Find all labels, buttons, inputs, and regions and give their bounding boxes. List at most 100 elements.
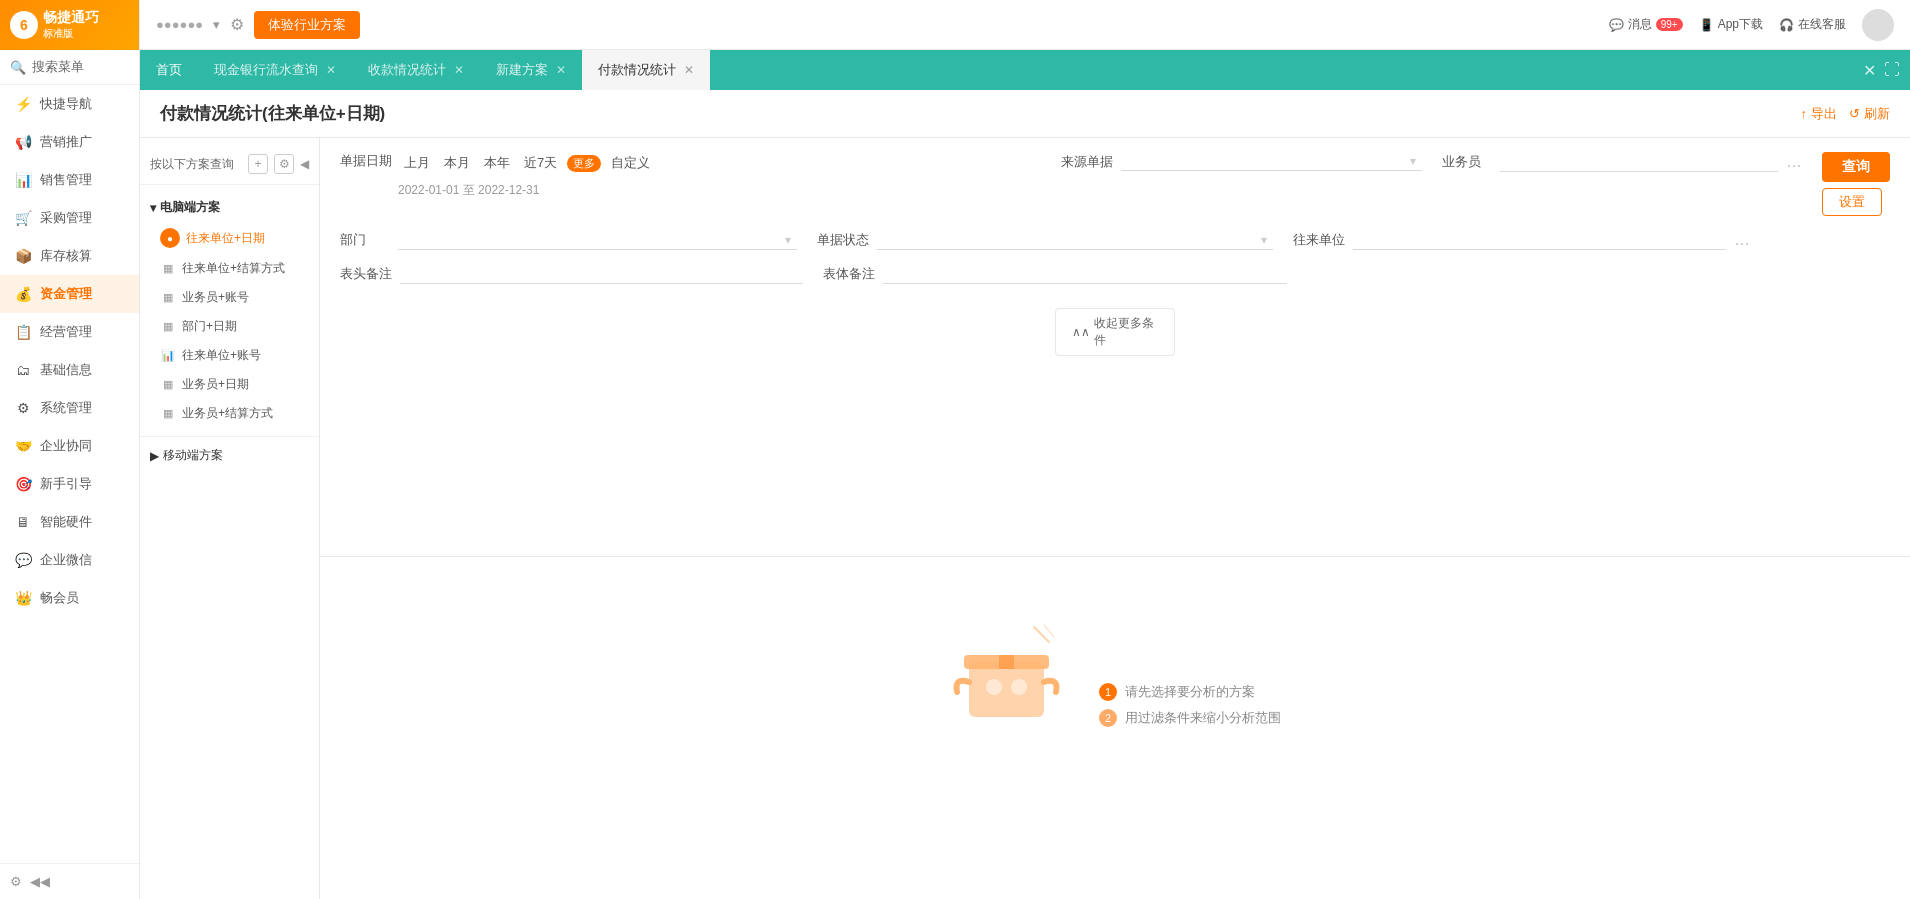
search-menu[interactable]: 🔍 搜索菜单 xyxy=(0,50,139,85)
settings-btn[interactable]: 设置 xyxy=(1822,188,1882,216)
sidebar-item-wechat[interactable]: 💬 企业微信 xyxy=(0,541,139,579)
tab-bar-end: ✕ ⛶ xyxy=(1863,61,1910,80)
scheme-item-unit-date[interactable]: ● 往来单位+日期 xyxy=(140,222,319,254)
tab-receipt-close[interactable]: ✕ xyxy=(454,63,464,77)
source-select[interactable]: ▾ xyxy=(1121,152,1422,171)
header-note-input[interactable] xyxy=(400,264,803,284)
dept-select[interactable]: ▾ xyxy=(398,231,797,250)
tab-payment[interactable]: 付款情况统计 ✕ xyxy=(582,50,710,90)
sidebar-item-basic[interactable]: 🗂 基础信息 xyxy=(0,351,139,389)
scheme-settings-btn[interactable]: ⚙ xyxy=(274,154,294,174)
scheme-mobile-section[interactable]: ▶ 移动端方案 xyxy=(140,441,319,470)
export-label: 导出 xyxy=(1811,105,1837,123)
scheme-collapse-btn[interactable]: ◀ xyxy=(300,157,309,171)
unit-more-icon[interactable]: … xyxy=(1734,231,1750,249)
basic-icon: 🗂 xyxy=(14,361,32,379)
hardware-icon: 🖥 xyxy=(14,513,32,531)
tab-receipt-label: 收款情况统计 xyxy=(368,61,446,79)
date-option-last-month[interactable]: 上月 xyxy=(400,152,434,174)
salesman-input[interactable] xyxy=(1500,152,1779,172)
sidebar-item-label: 销售管理 xyxy=(40,171,92,189)
tab-payment-close[interactable]: ✕ xyxy=(684,63,694,77)
sidebar-item-member[interactable]: 👑 畅会员 xyxy=(0,579,139,617)
sidebar-item-purchase[interactable]: 🛒 采购管理 xyxy=(0,199,139,237)
messages-label: 消息 xyxy=(1628,16,1652,33)
sidebar-footer: ⚙ ◀◀ xyxy=(0,863,139,899)
sidebar-item-label: 系统管理 xyxy=(40,399,92,417)
messages-btn[interactable]: 💬 消息 99+ xyxy=(1609,16,1683,33)
collapse-more-btn[interactable]: ∧∧ 收起更多条件 xyxy=(1055,308,1175,356)
sidebar-item-system[interactable]: ⚙ 系统管理 xyxy=(0,389,139,427)
account-dropdown-icon[interactable]: ▾ xyxy=(213,17,220,32)
sidebar-item-label: 营销推广 xyxy=(40,133,92,151)
tab-bank[interactable]: 现金银行流水查询 ✕ xyxy=(198,50,352,90)
unit-label: 往来单位 xyxy=(1293,231,1345,249)
source-dropdown-icon: ▾ xyxy=(1410,154,1416,168)
footer-collapse-icon[interactable]: ◀◀ xyxy=(30,874,50,889)
result-area: 1 请先选择要分析的方案 2 用过滤条件来缩小分析范围 xyxy=(320,556,1910,899)
logo-text: 畅捷通巧 xyxy=(43,9,99,27)
scheme-item-salesman-date[interactable]: ▦ 业务员+日期 xyxy=(140,370,319,399)
sidebar-item-sales[interactable]: 📊 销售管理 xyxy=(0,161,139,199)
tab-new-scheme-close[interactable]: ✕ xyxy=(556,63,566,77)
unit-field: 往来单位 … xyxy=(1273,230,1750,250)
top-bar-left: ●●●●●● ▾ ⚙ 体验行业方案 xyxy=(156,11,360,39)
scheme-item-salesman-settle[interactable]: ▦ 业务员+结算方式 xyxy=(140,399,319,428)
scheme-item-unit-settle[interactable]: ▦ 往来单位+结算方式 xyxy=(140,254,319,283)
body-note-input[interactable] xyxy=(883,264,1286,284)
scheme-sidebar: 按以下方案查询 + ⚙ ◀ ▾ 电脑端方案 xyxy=(140,138,320,899)
filter-area: 单据日期 上月 本月 本年 近7天 更多 自定义 xyxy=(320,138,1910,556)
sidebar-item-enterprise[interactable]: 🤝 企业协同 xyxy=(0,427,139,465)
app-download-btn[interactable]: 📱 App下载 xyxy=(1699,16,1763,33)
scheme-item-unit-account[interactable]: 📊 往来单位+账号 xyxy=(140,341,319,370)
date-option-7days[interactable]: 近7天 xyxy=(520,152,561,174)
sidebar-item-marketing[interactable]: 📢 营销推广 xyxy=(0,123,139,161)
wechat-icon: 💬 xyxy=(14,551,32,569)
sidebar-item-label: 智能硬件 xyxy=(40,513,92,531)
scheme-add-btn[interactable]: + xyxy=(248,154,268,174)
date-option-more[interactable]: 更多 xyxy=(567,155,601,172)
mobile-sep xyxy=(140,436,319,437)
doc-status-select[interactable]: ▾ xyxy=(877,231,1274,250)
tab-new-scheme[interactable]: 新建方案 ✕ xyxy=(480,50,582,90)
guide-icon: 🎯 xyxy=(14,475,32,493)
unit-input[interactable] xyxy=(1353,230,1726,250)
scheme-item-dept-date[interactable]: ▦ 部门+日期 xyxy=(140,312,319,341)
hint-num-2: 2 xyxy=(1099,709,1117,727)
tab-bank-close[interactable]: ✕ xyxy=(326,63,336,77)
settings-gear-icon[interactable]: ⚙ xyxy=(230,15,244,34)
date-option-this-month[interactable]: 本月 xyxy=(440,152,474,174)
pc-arrow-icon: ▾ xyxy=(150,201,156,215)
trial-btn[interactable]: 体验行业方案 xyxy=(254,11,360,39)
export-btn[interactable]: ↑ 导出 xyxy=(1801,105,1838,123)
query-btn[interactable]: 查询 xyxy=(1822,152,1890,182)
sidebar-item-guide[interactable]: 🎯 新手引导 xyxy=(0,465,139,503)
refresh-btn[interactable]: ↺ 刷新 xyxy=(1849,105,1890,123)
sidebar-item-inventory[interactable]: 📦 库存核算 xyxy=(0,237,139,275)
salesman-more-icon[interactable]: … xyxy=(1786,153,1802,171)
sidebar-item-hardware[interactable]: 🖥 智能硬件 xyxy=(0,503,139,541)
main-panel: 按以下方案查询 + ⚙ ◀ ▾ 电脑端方案 xyxy=(140,138,1910,899)
page-content: 付款情况统计(往来单位+日期) ↑ 导出 ↺ 刷新 按 xyxy=(140,90,1910,899)
sidebar-item-shortcut[interactable]: ⚡ 快捷导航 xyxy=(0,85,139,123)
sidebar-item-label: 库存核算 xyxy=(40,247,92,265)
date-option-this-year[interactable]: 本年 xyxy=(480,152,514,174)
tab-receipt[interactable]: 收款情况统计 ✕ xyxy=(352,50,480,90)
scheme-pc-section: ▾ 电脑端方案 ● 往来单位+日期 ▦ 往来单位+结算方式 ▦ xyxy=(140,189,319,432)
app-download-label: App下载 xyxy=(1718,16,1763,33)
footer-settings-icon[interactable]: ⚙ xyxy=(10,874,22,889)
user-avatar[interactable] xyxy=(1862,9,1894,41)
filter-container: 单据日期 上月 本月 本年 近7天 更多 自定义 xyxy=(320,138,1910,899)
marketing-icon: 📢 xyxy=(14,133,32,151)
salesman-label: 业务员 xyxy=(1442,153,1492,171)
sidebar-item-finance[interactable]: 💰 资金管理 xyxy=(0,275,139,313)
date-options: 上月 本月 本年 近7天 更多 自定义 xyxy=(400,152,654,174)
date-option-custom[interactable]: 自定义 xyxy=(607,152,654,174)
tab-expand-icon[interactable]: ⛶ xyxy=(1884,61,1900,79)
online-service-btn[interactable]: 🎧 在线客服 xyxy=(1779,16,1846,33)
scheme-item-label: 业务员+账号 xyxy=(182,289,249,306)
sidebar-item-operations[interactable]: 📋 经营管理 xyxy=(0,313,139,351)
scheme-item-salesman-account[interactable]: ▦ 业务员+账号 xyxy=(140,283,319,312)
tab-home[interactable]: 首页 xyxy=(140,50,198,90)
tab-close-all-icon[interactable]: ✕ xyxy=(1863,61,1876,80)
